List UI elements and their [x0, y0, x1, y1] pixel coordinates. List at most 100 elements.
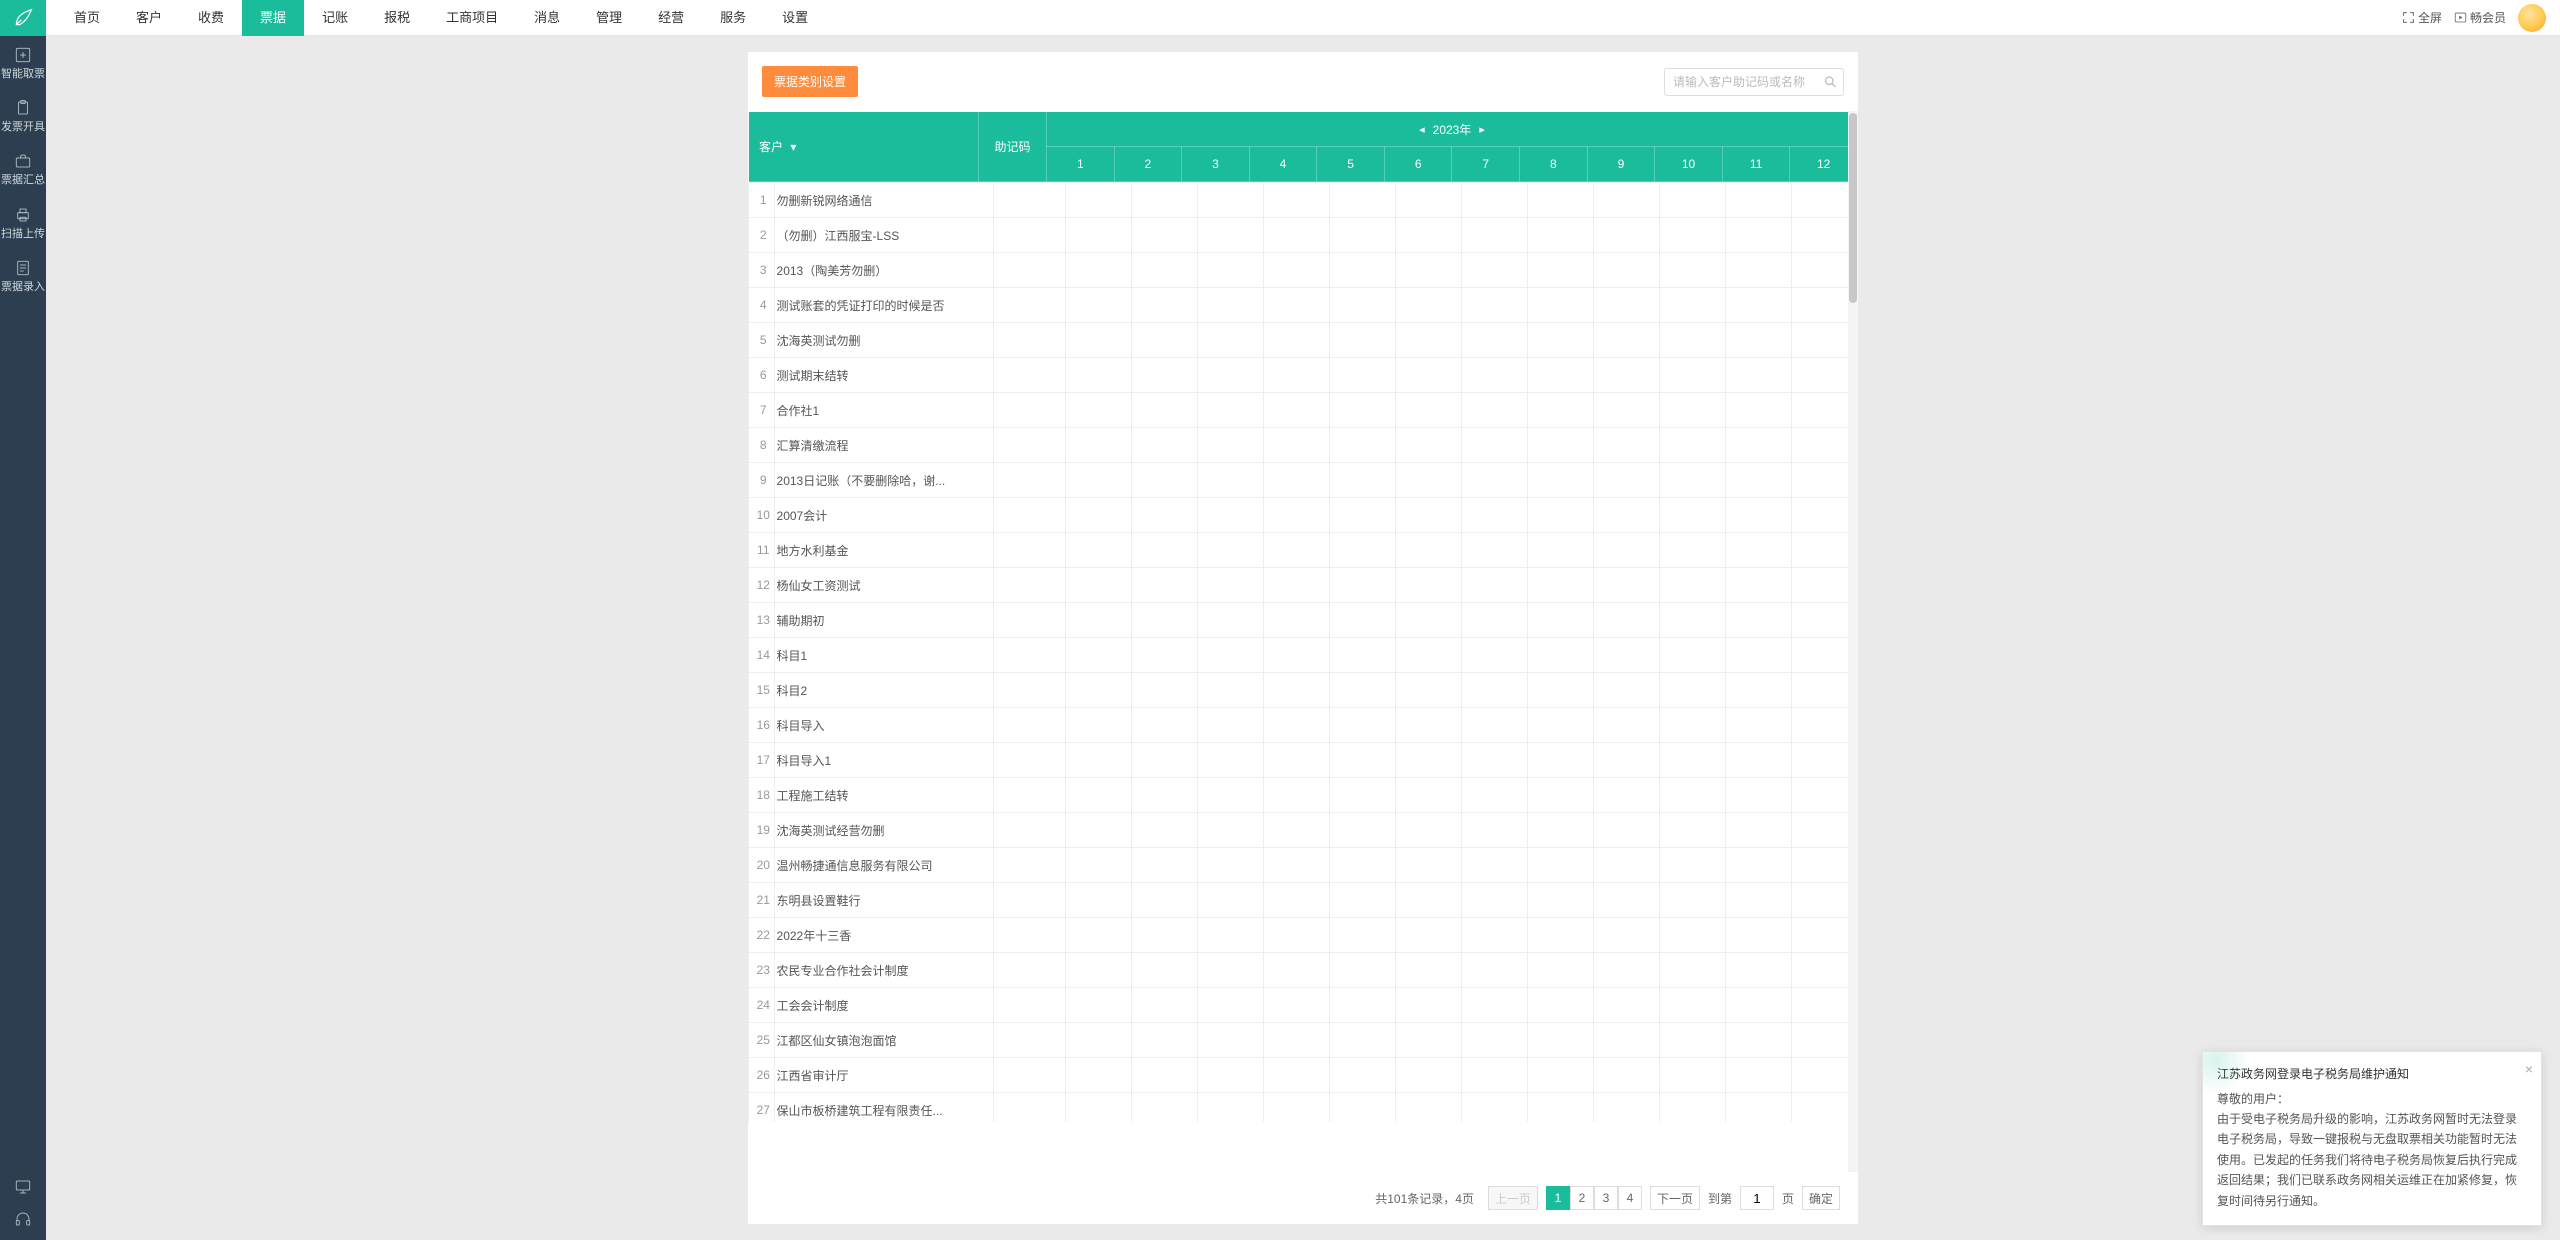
vip-button[interactable]: 畅会员: [2454, 9, 2506, 26]
month-cell[interactable]: [1659, 743, 1725, 778]
month-cell[interactable]: [1725, 323, 1791, 358]
month-cell[interactable]: [1462, 533, 1528, 568]
month-cell[interactable]: [1462, 428, 1528, 463]
month-cell[interactable]: [1066, 533, 1132, 568]
month-cell[interactable]: [1330, 848, 1396, 883]
table-scroll[interactable]: 1勿删新锐网络通信2（勿删）江西服宝-LSS32013（陶美芳勿删）4测试账套的…: [748, 182, 1858, 1122]
month-cell[interactable]: [1725, 1093, 1791, 1123]
month-cell[interactable]: [1528, 918, 1594, 953]
month-cell[interactable]: [1198, 603, 1264, 638]
month-cell[interactable]: [1725, 988, 1791, 1023]
table-row[interactable]: 14科目1: [749, 638, 1858, 673]
month-cell[interactable]: [1396, 883, 1462, 918]
month-cell[interactable]: [1594, 1058, 1660, 1093]
month-cell[interactable]: [1264, 883, 1330, 918]
table-row[interactable]: 17科目导入1: [749, 743, 1858, 778]
month-cell[interactable]: [1462, 288, 1528, 323]
month-cell[interactable]: [1066, 1058, 1132, 1093]
col-month-7[interactable]: 7: [1452, 147, 1520, 182]
month-cell[interactable]: [1528, 883, 1594, 918]
month-cell[interactable]: [1725, 218, 1791, 253]
month-cell[interactable]: [1330, 323, 1396, 358]
month-cell[interactable]: [1725, 288, 1791, 323]
month-cell[interactable]: [1594, 218, 1660, 253]
month-cell[interactable]: [1396, 358, 1462, 393]
col-month-5[interactable]: 5: [1317, 147, 1385, 182]
month-cell[interactable]: [1132, 743, 1198, 778]
month-cell[interactable]: [1198, 1093, 1264, 1123]
month-cell[interactable]: [1594, 498, 1660, 533]
month-cell[interactable]: [1264, 183, 1330, 218]
month-cell[interactable]: [1264, 953, 1330, 988]
month-cell[interactable]: [1264, 848, 1330, 883]
month-cell[interactable]: [1528, 183, 1594, 218]
sidebar-item-0[interactable]: 智能取票: [0, 36, 46, 89]
month-cell[interactable]: [1528, 323, 1594, 358]
month-cell[interactable]: [1132, 988, 1198, 1023]
month-cell[interactable]: [1264, 743, 1330, 778]
month-cell[interactable]: [1264, 428, 1330, 463]
month-cell[interactable]: [1594, 253, 1660, 288]
month-cell[interactable]: [1066, 918, 1132, 953]
month-cell[interactable]: [1725, 743, 1791, 778]
month-cell[interactable]: [1528, 988, 1594, 1023]
month-cell[interactable]: [1462, 708, 1528, 743]
month-cell[interactable]: [1132, 463, 1198, 498]
month-cell[interactable]: [1594, 918, 1660, 953]
month-cell[interactable]: [1725, 428, 1791, 463]
month-cell[interactable]: [1462, 883, 1528, 918]
month-cell[interactable]: [1528, 638, 1594, 673]
month-cell[interactable]: [1725, 918, 1791, 953]
month-cell[interactable]: [1264, 498, 1330, 533]
month-cell[interactable]: [1396, 743, 1462, 778]
month-cell[interactable]: [1659, 428, 1725, 463]
table-row[interactable]: 24工会会计制度: [749, 988, 1858, 1023]
month-cell[interactable]: [1528, 953, 1594, 988]
month-cell[interactable]: [1330, 568, 1396, 603]
month-cell[interactable]: [1330, 743, 1396, 778]
month-cell[interactable]: [1066, 218, 1132, 253]
month-cell[interactable]: [1132, 708, 1198, 743]
month-cell[interactable]: [1528, 848, 1594, 883]
month-cell[interactable]: [1264, 603, 1330, 638]
month-cell[interactable]: [1330, 883, 1396, 918]
month-cell[interactable]: [1396, 918, 1462, 953]
month-cell[interactable]: [1330, 1023, 1396, 1058]
month-cell[interactable]: [1594, 778, 1660, 813]
nav-item-8[interactable]: 管理: [578, 0, 640, 36]
month-cell[interactable]: [1594, 183, 1660, 218]
month-cell[interactable]: [1594, 708, 1660, 743]
month-cell[interactable]: [1330, 1093, 1396, 1123]
table-row[interactable]: 2（勿删）江西服宝-LSS: [749, 218, 1858, 253]
month-cell[interactable]: [1659, 673, 1725, 708]
table-row[interactable]: 222022年十三香: [749, 918, 1858, 953]
month-cell[interactable]: [1066, 1093, 1132, 1123]
month-cell[interactable]: [1132, 358, 1198, 393]
month-cell[interactable]: [1594, 953, 1660, 988]
month-cell[interactable]: [1528, 533, 1594, 568]
month-cell[interactable]: [1330, 533, 1396, 568]
month-cell[interactable]: [1132, 918, 1198, 953]
month-cell[interactable]: [1330, 953, 1396, 988]
month-cell[interactable]: [1528, 813, 1594, 848]
month-cell[interactable]: [1396, 533, 1462, 568]
page-jump-input[interactable]: [1740, 1186, 1774, 1210]
sidebar-item-2[interactable]: 票据汇总: [0, 142, 46, 195]
table-row[interactable]: 18工程施工结转: [749, 778, 1858, 813]
month-cell[interactable]: [1659, 183, 1725, 218]
year-next-icon[interactable]: ▸: [1479, 123, 1485, 136]
month-cell[interactable]: [1132, 568, 1198, 603]
month-cell[interactable]: [1264, 463, 1330, 498]
month-cell[interactable]: [1132, 848, 1198, 883]
month-cell[interactable]: [1330, 813, 1396, 848]
month-cell[interactable]: [1198, 813, 1264, 848]
month-cell[interactable]: [1725, 603, 1791, 638]
month-cell[interactable]: [1198, 568, 1264, 603]
month-cell[interactable]: [1198, 428, 1264, 463]
month-cell[interactable]: [1528, 673, 1594, 708]
month-cell[interactable]: [1396, 288, 1462, 323]
month-cell[interactable]: [1264, 1023, 1330, 1058]
month-cell[interactable]: [1462, 218, 1528, 253]
month-cell[interactable]: [1198, 358, 1264, 393]
month-cell[interactable]: [1132, 953, 1198, 988]
